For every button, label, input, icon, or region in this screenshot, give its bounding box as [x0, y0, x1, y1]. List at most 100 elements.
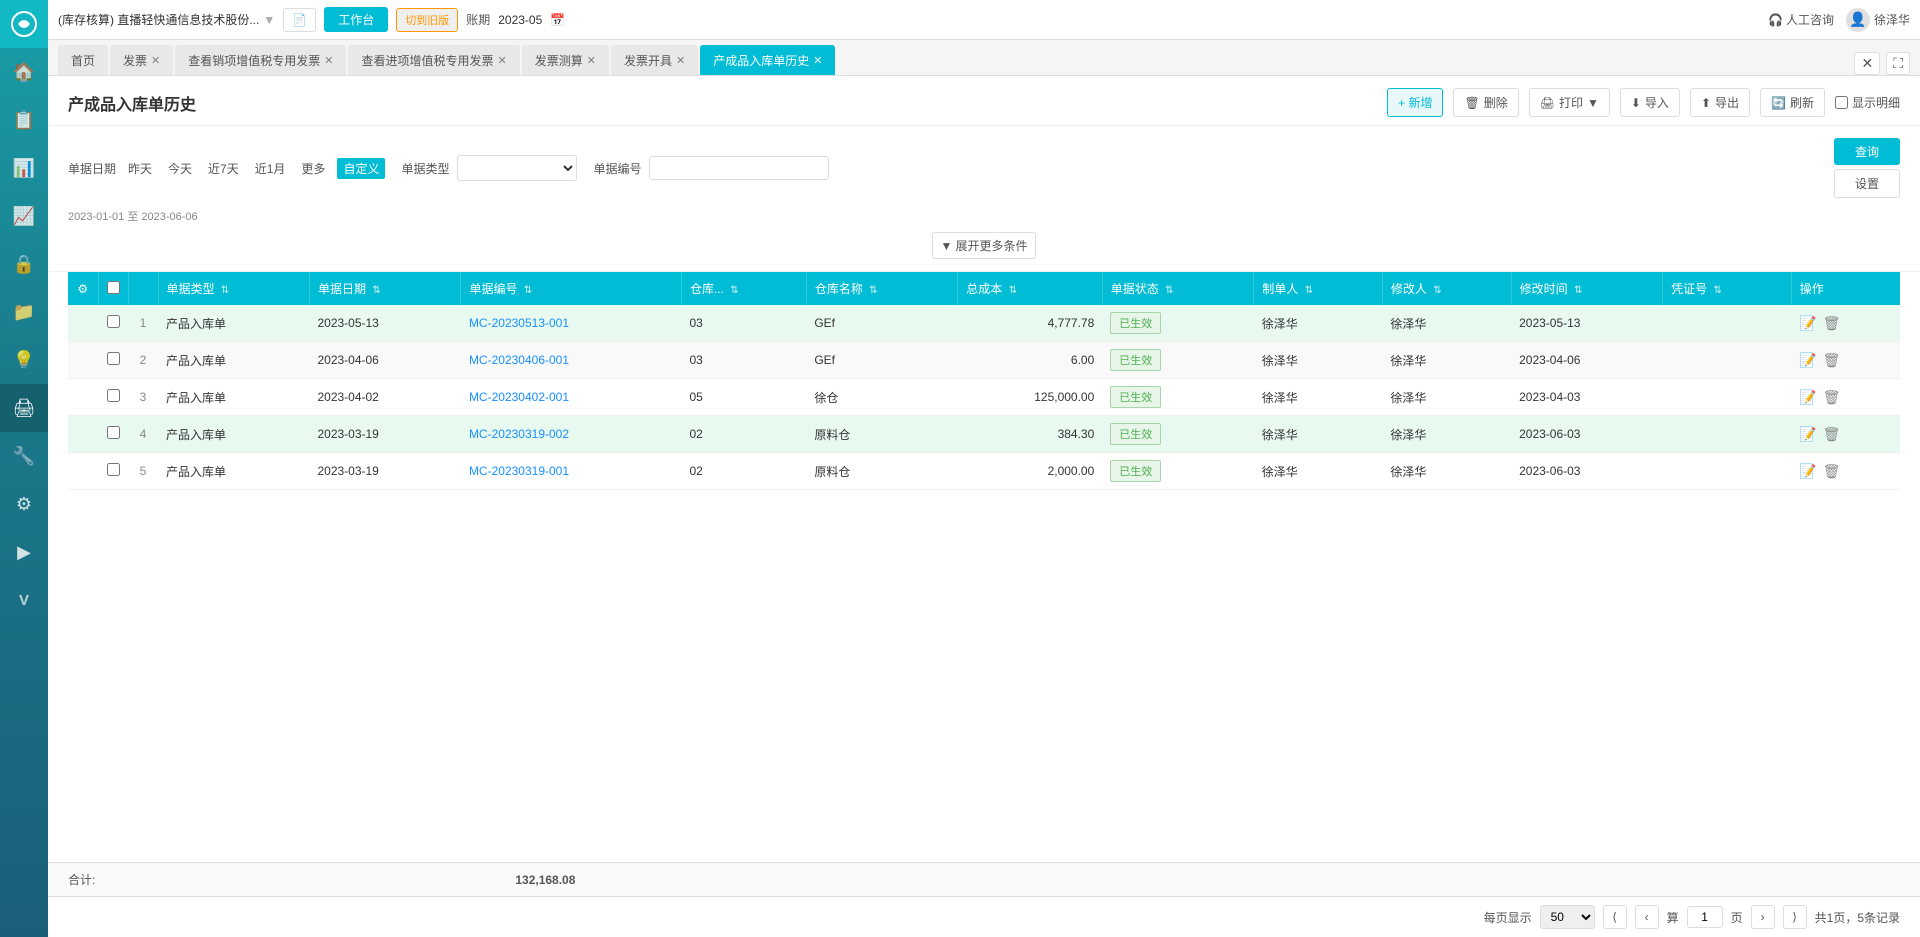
th-settings[interactable]: ⚙ — [68, 272, 98, 305]
row-checkbox-3[interactable] — [107, 426, 120, 439]
tab-purchase-invoice[interactable]: 查看进项增值税专用发票 ✕ — [348, 45, 519, 75]
company-selector[interactable]: (库存核算) 直播轻快通信息技术股份... ▼ — [58, 11, 275, 28]
import-btn[interactable]: ⬇ 导入 — [1620, 88, 1680, 117]
doc-number-link[interactable]: MC-20230402-001 — [469, 390, 569, 404]
row-checkbox-1[interactable] — [107, 352, 120, 365]
th-date[interactable]: 单据日期 ⇅ — [309, 272, 460, 305]
cell-number[interactable]: MC-20230319-001 — [461, 453, 682, 490]
th-modifier[interactable]: 修改人 ⇅ — [1382, 272, 1511, 305]
sidebar-item-video[interactable]: ▶ — [0, 528, 48, 576]
workbench-btn[interactable]: 工作台 — [324, 7, 388, 32]
th-checkbox[interactable] — [98, 272, 128, 305]
set-btn[interactable]: 设置 — [1834, 169, 1900, 198]
export-btn[interactable]: ⬆ 导出 — [1690, 88, 1750, 117]
sidebar-item-version[interactable]: V — [0, 576, 48, 624]
date-today[interactable]: 今天 — [164, 158, 196, 179]
date-1month[interactable]: 近1月 — [251, 158, 290, 179]
edit-icon[interactable]: 📝 — [1799, 389, 1816, 406]
delete-row-icon[interactable]: 🗑 — [1823, 426, 1841, 443]
doc-number-link[interactable]: MC-20230319-002 — [469, 427, 569, 441]
th-type[interactable]: 单据类型 ⇅ — [158, 272, 309, 305]
page-input[interactable]: 1 — [1687, 906, 1723, 928]
query-btn[interactable]: 查询 — [1834, 138, 1900, 165]
maximize-tab-btn[interactable]: ⛶ — [1886, 52, 1910, 75]
date-7days[interactable]: 近7天 — [204, 158, 243, 179]
close-tab-btn[interactable]: ✕ — [1854, 52, 1880, 75]
tab-issue[interactable]: 发票开具 ✕ — [611, 45, 698, 75]
prev-page-btn[interactable]: ‹ — [1635, 905, 1659, 929]
user-menu[interactable]: 👤 徐泽华 — [1846, 8, 1910, 32]
sidebar-item-analysis[interactable]: 📈 — [0, 192, 48, 240]
date-more[interactable]: 更多 — [297, 158, 329, 179]
show-detail-checkbox-label[interactable]: 显示明细 — [1835, 94, 1900, 111]
sidebar-item-smart[interactable]: 💡 — [0, 336, 48, 384]
th-creator[interactable]: 制单人 ⇅ — [1254, 272, 1383, 305]
tab-product-close[interactable]: ✕ — [813, 54, 822, 67]
delete-btn[interactable]: 🗑 删除 — [1453, 88, 1518, 117]
cell-checkbox[interactable] — [98, 416, 128, 453]
help-btn[interactable]: 🎧 人工咨询 — [1768, 11, 1834, 28]
expand-btn[interactable]: ▼ 展开更多条件 — [932, 232, 1037, 259]
doc-number-link[interactable]: MC-20230406-001 — [469, 353, 569, 367]
type-select[interactable] — [457, 155, 577, 181]
doc-number-link[interactable]: MC-20230513-001 — [469, 316, 569, 330]
row-checkbox-2[interactable] — [107, 389, 120, 402]
cell-checkbox[interactable] — [98, 379, 128, 416]
cell-number[interactable]: MC-20230406-001 — [461, 342, 682, 379]
tab-calc-close[interactable]: ✕ — [587, 54, 596, 67]
edit-icon[interactable]: 📝 — [1799, 315, 1816, 332]
th-warehouse-name[interactable]: 仓库名称 ⇅ — [806, 272, 957, 305]
tab-home[interactable]: 首页 — [58, 45, 108, 75]
sidebar-item-tools[interactable]: 🔧 — [0, 432, 48, 480]
tab-invoice-close[interactable]: ✕ — [151, 54, 160, 67]
sidebar-item-lock[interactable]: 🔒 — [0, 240, 48, 288]
edit-icon[interactable]: 📝 — [1799, 463, 1816, 480]
sidebar-item-settings[interactable]: ⚙ — [0, 480, 48, 528]
cell-number[interactable]: MC-20230513-001 — [461, 305, 682, 342]
select-all-checkbox[interactable] — [107, 281, 120, 294]
th-warehouse-code[interactable]: 仓库... ⇅ — [681, 272, 806, 305]
new-btn[interactable]: + 新增 — [1387, 88, 1443, 117]
sidebar-item-folder[interactable]: 📁 — [0, 288, 48, 336]
edit-icon[interactable]: 📝 — [1799, 426, 1816, 443]
cell-number[interactable]: MC-20230402-001 — [461, 379, 682, 416]
sidebar-item-home[interactable]: 🏠 — [0, 48, 48, 96]
cell-number[interactable]: MC-20230319-002 — [461, 416, 682, 453]
document-btn[interactable]: 📄 — [283, 8, 316, 32]
tab-product-inbound[interactable]: 产成品入库单历史 ✕ — [700, 45, 835, 75]
delete-row-icon[interactable]: 🗑 — [1823, 463, 1841, 480]
sidebar-item-chart[interactable]: 📊 — [0, 144, 48, 192]
doc-number-link[interactable]: MC-20230319-001 — [469, 464, 569, 478]
tab-sales-close[interactable]: ✕ — [324, 54, 333, 67]
print-btn[interactable]: 🖨 打印 ▼ — [1529, 88, 1610, 117]
tab-issue-close[interactable]: ✕ — [676, 54, 685, 67]
calendar-icon[interactable]: 📅 — [550, 13, 565, 27]
delete-row-icon[interactable]: 🗑 — [1823, 352, 1841, 369]
first-page-btn[interactable]: ⟨ — [1603, 905, 1627, 929]
th-modify-time[interactable]: 修改时间 ⇅ — [1511, 272, 1662, 305]
row-checkbox-0[interactable] — [107, 315, 120, 328]
date-yesterday[interactable]: 昨天 — [124, 158, 156, 179]
delete-row-icon[interactable]: 🗑 — [1823, 315, 1841, 332]
tab-purchase-close[interactable]: ✕ — [498, 54, 507, 67]
cell-checkbox[interactable] — [98, 453, 128, 490]
last-page-btn[interactable]: ⟩ — [1783, 905, 1807, 929]
edit-icon[interactable]: 📝 — [1799, 352, 1816, 369]
th-number[interactable]: 单据编号 ⇅ — [461, 272, 682, 305]
number-input[interactable] — [649, 156, 829, 180]
delete-row-icon[interactable]: 🗑 — [1823, 389, 1841, 406]
cell-checkbox[interactable] — [98, 342, 128, 379]
cell-checkbox[interactable] — [98, 305, 128, 342]
sidebar-item-print[interactable]: 🖨 — [0, 384, 48, 432]
th-total-cost[interactable]: 总成本 ⇅ — [958, 272, 1102, 305]
per-page-select[interactable]: 50 20 100 — [1540, 905, 1595, 929]
show-detail-checkbox[interactable] — [1835, 96, 1848, 109]
next-page-btn[interactable]: › — [1751, 905, 1775, 929]
th-voucher[interactable]: 凭证号 ⇅ — [1663, 272, 1792, 305]
refresh-btn[interactable]: 🔄 刷新 — [1760, 88, 1825, 117]
row-checkbox-4[interactable] — [107, 463, 120, 476]
switch-version-btn[interactable]: 切到旧版 — [396, 8, 458, 32]
tab-invoice[interactable]: 发票 ✕ — [110, 45, 173, 75]
date-custom[interactable]: 自定义 — [337, 158, 385, 179]
th-status[interactable]: 单据状态 ⇅ — [1102, 272, 1253, 305]
